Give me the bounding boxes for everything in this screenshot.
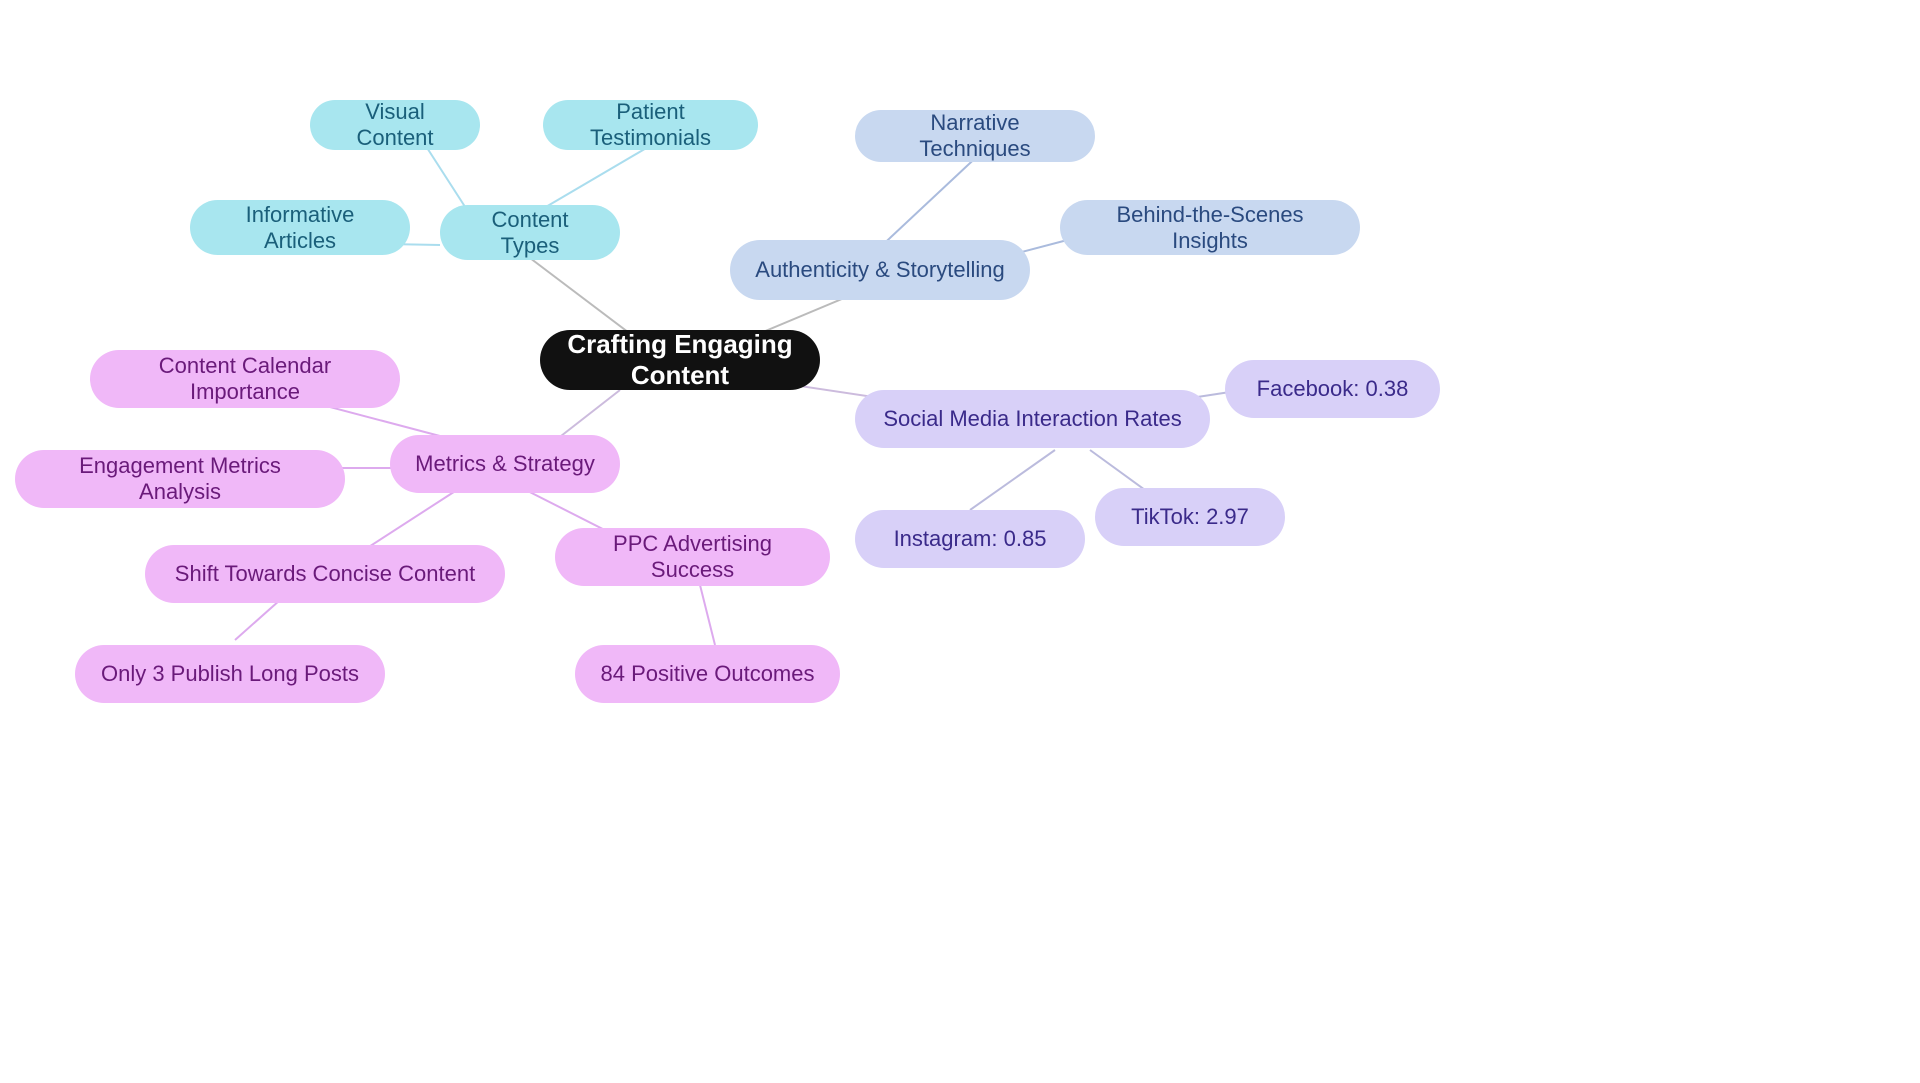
- behind-scenes-node: Behind-the-Scenes Insights: [1060, 200, 1360, 255]
- instagram-node: Instagram: 0.85: [855, 510, 1085, 568]
- narrative-techniques-node: Narrative Techniques: [855, 110, 1095, 162]
- metrics-strategy-node: Metrics & Strategy: [390, 435, 620, 493]
- content-types-node: Content Types: [440, 205, 620, 260]
- shift-concise-node: Shift Towards Concise Content: [145, 545, 505, 603]
- content-calendar-node: Content Calendar Importance: [90, 350, 400, 408]
- visual-content-node: Visual Content: [310, 100, 480, 150]
- social-media-node: Social Media Interaction Rates: [855, 390, 1210, 448]
- ppc-advertising-node: PPC Advertising Success: [555, 528, 830, 586]
- informative-articles-node: Informative Articles: [190, 200, 410, 255]
- authenticity-node: Authenticity & Storytelling: [730, 240, 1030, 300]
- engagement-metrics-node: Engagement Metrics Analysis: [15, 450, 345, 508]
- facebook-node: Facebook: 0.38: [1225, 360, 1440, 418]
- tiktok-node: TikTok: 2.97: [1095, 488, 1285, 546]
- positive-outcomes-node: 84 Positive Outcomes: [575, 645, 840, 703]
- patient-testimonials-node: Patient Testimonials: [543, 100, 758, 150]
- center-node: Crafting Engaging Content: [540, 330, 820, 390]
- only-3-publish-node: Only 3 Publish Long Posts: [75, 645, 385, 703]
